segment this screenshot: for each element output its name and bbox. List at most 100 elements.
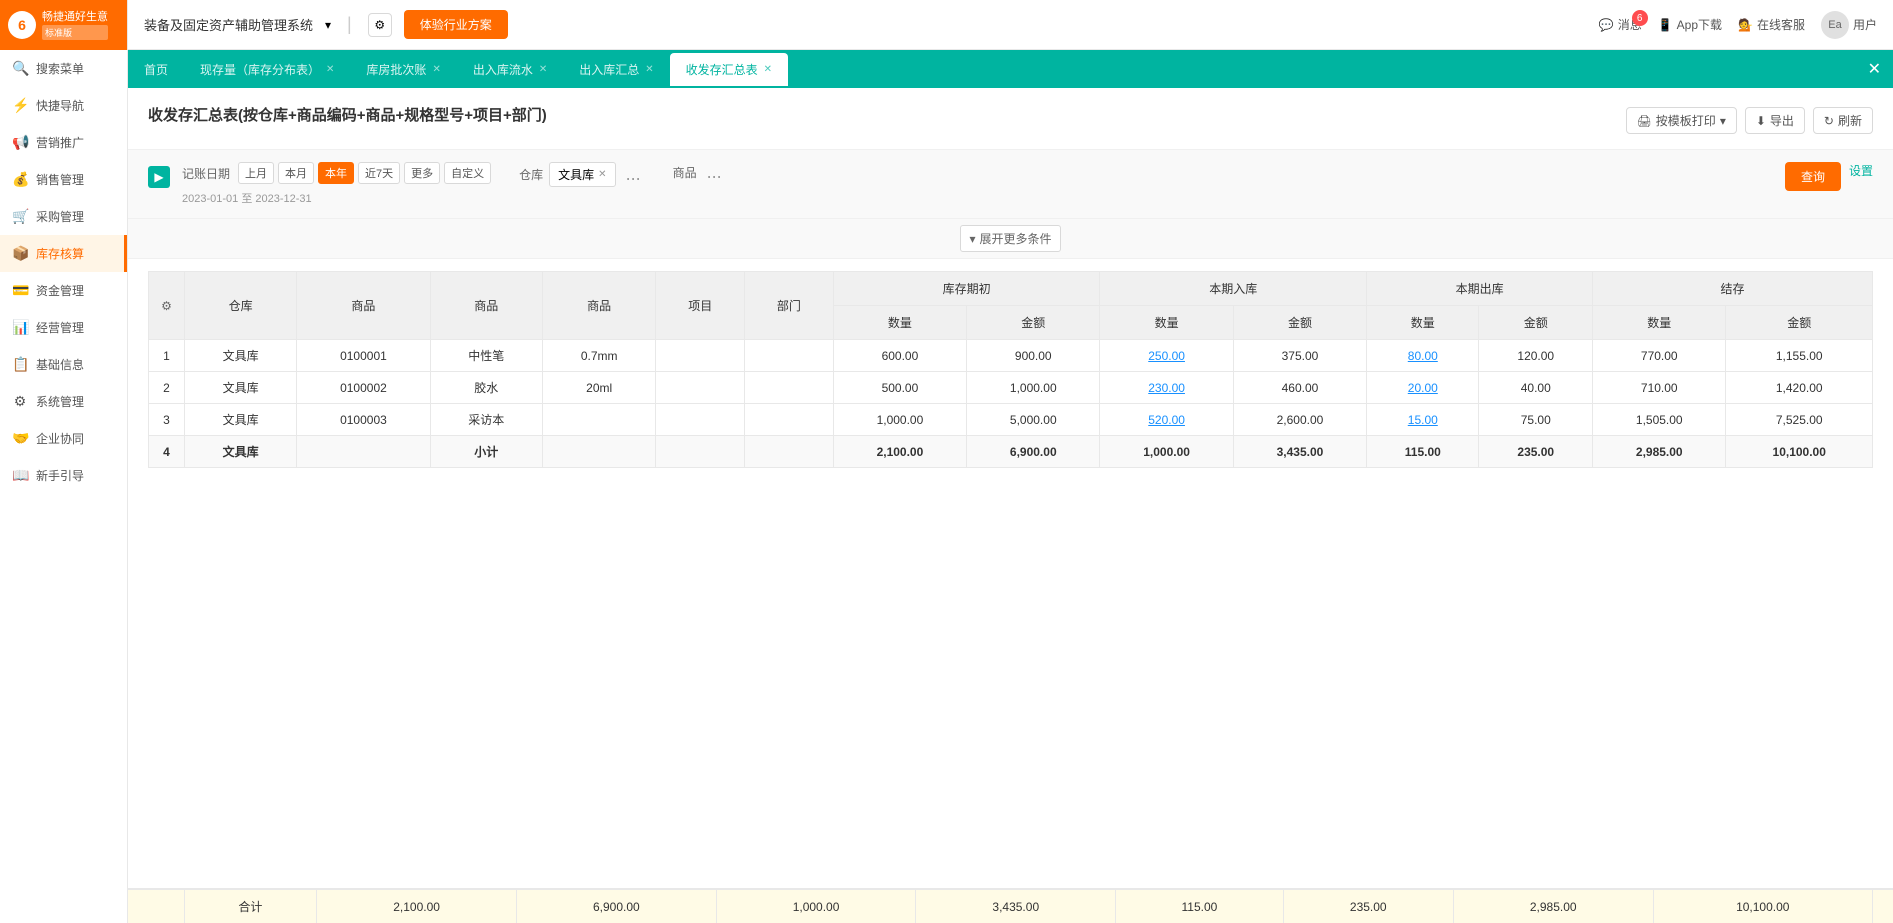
sidebar-icon-11: 📖 bbox=[12, 467, 28, 484]
filter-toggle[interactable]: ▶ bbox=[148, 166, 170, 188]
sidebar-item-7[interactable]: 📊经营管理 bbox=[0, 309, 127, 346]
online-service-action[interactable]: 💁 在线客服 bbox=[1738, 16, 1805, 33]
sidebar-item-8[interactable]: 📋基础信息 bbox=[0, 346, 127, 383]
sidebar-item-4[interactable]: 🛒采购管理 bbox=[0, 198, 127, 235]
sidebar-label-3: 销售管理 bbox=[36, 171, 84, 188]
sidebar-item-0[interactable]: 🔍搜索菜单 bbox=[0, 50, 127, 87]
cell-init-qty: 500.00 bbox=[833, 372, 966, 404]
tabbar-close[interactable]: ✕ bbox=[1856, 51, 1893, 87]
cell-dept bbox=[745, 372, 834, 404]
goods-label: 商品 bbox=[673, 164, 697, 181]
tab-3[interactable]: 出入库流水 ✕ bbox=[457, 53, 563, 86]
date-btn-本月[interactable]: 本月 bbox=[278, 162, 314, 184]
tab-close-3[interactable]: ✕ bbox=[539, 64, 547, 75]
th-out-amt: 金额 bbox=[1479, 306, 1593, 340]
th-project: 项目 bbox=[656, 272, 745, 340]
th-spec: 商品 bbox=[542, 272, 656, 340]
tab-label-1: 现存量（库存分布表） bbox=[200, 61, 320, 78]
cell-out-amt: 235.00 bbox=[1479, 436, 1593, 468]
cell-warehouse: 文具库 bbox=[185, 436, 297, 468]
sidebar-item-10[interactable]: 🤝企业协同 bbox=[0, 420, 127, 457]
system-dropdown[interactable]: ▾ bbox=[325, 18, 331, 32]
sidebar-label-9: 系统管理 bbox=[36, 393, 84, 410]
th-out-qty: 数量 bbox=[1367, 306, 1479, 340]
date-btn-近7天[interactable]: 近7天 bbox=[358, 162, 400, 184]
cell-init-qty: 1,000.00 bbox=[833, 404, 966, 436]
print-button[interactable]: 🖨 按模板打印 ▾ bbox=[1626, 107, 1737, 134]
sidebar-icon-0: 🔍 bbox=[12, 60, 28, 77]
th-bal-amt: 金额 bbox=[1726, 306, 1873, 340]
filter-settings-link[interactable]: 设置 bbox=[1849, 162, 1873, 191]
cell-out-qty[interactable]: 80.00 bbox=[1367, 340, 1479, 372]
date-btn-上月[interactable]: 上月 bbox=[238, 162, 274, 184]
warehouse-more[interactable]: ... bbox=[622, 164, 645, 185]
sidebar-icon-9: ⚙ bbox=[12, 393, 28, 410]
cell-out-qty[interactable]: 15.00 bbox=[1367, 404, 1479, 436]
table-row: 3文具库0100003采访本1,000.005,000.00520.002,60… bbox=[149, 404, 1873, 436]
cell-in-amt: 2,600.00 bbox=[1233, 404, 1366, 436]
tab-1[interactable]: 现存量（库存分布表） ✕ bbox=[184, 53, 350, 86]
tab-close-2[interactable]: ✕ bbox=[432, 64, 440, 75]
demo-button[interactable]: 体验行业方案 bbox=[404, 10, 508, 39]
cell-in-qty[interactable]: 520.00 bbox=[1100, 404, 1233, 436]
tab-close-4[interactable]: ✕ bbox=[645, 64, 653, 75]
sidebar-nav: 🔍搜索菜单⚡快捷导航📢营销推广💰销售管理🛒采购管理📦库存核算 💳 资金管理 📊经营管理… bbox=[0, 50, 127, 494]
cell-in-qty[interactable]: 250.00 bbox=[1100, 340, 1233, 372]
goods-more[interactable]: ... bbox=[703, 162, 726, 183]
tab-4[interactable]: 出入库汇总✕ bbox=[563, 53, 669, 86]
main-area: 装备及固定资产辅助管理系统 ▾ | ⚙ 体验行业方案 💬 消息 6 📱 App下… bbox=[128, 0, 1893, 923]
cell-out-qty[interactable]: 20.00 bbox=[1367, 372, 1479, 404]
date-btn-本年[interactable]: 本年 bbox=[318, 162, 354, 184]
settings-icon[interactable]: ⚙ bbox=[368, 13, 392, 37]
logo-badge: 标准版 bbox=[42, 25, 108, 40]
sidebar-icon-6: 💳 bbox=[12, 282, 28, 299]
cell-init-qty: 2,100.00 bbox=[833, 436, 966, 468]
sidebar-label-7: 经营管理 bbox=[36, 319, 84, 336]
sidebar-label-8: 基础信息 bbox=[36, 356, 84, 373]
tabbar: 首页现存量（库存分布表）✕库房批次账✕出入库流水✕出入库汇总✕收发存汇总表✕✕ bbox=[128, 50, 1893, 88]
date-btn-更多[interactable]: 更多 bbox=[404, 162, 440, 184]
th-out: 本期出库 bbox=[1367, 272, 1593, 306]
cell-spec bbox=[542, 404, 656, 436]
tab-2[interactable]: 库房批次账✕ bbox=[350, 53, 456, 86]
cell-project bbox=[656, 404, 745, 436]
date-label: 记账日期 bbox=[182, 165, 230, 182]
query-button[interactable]: 查询 bbox=[1785, 162, 1841, 191]
tab-close-1[interactable]: ✕ bbox=[326, 64, 334, 75]
footer-in-amt: 3,435.00 bbox=[916, 890, 1116, 923]
tab-0[interactable]: 首页 bbox=[128, 53, 184, 86]
tab-label-3: 出入库流水 bbox=[473, 61, 533, 78]
cell-in-amt: 375.00 bbox=[1233, 340, 1366, 372]
message-action[interactable]: 💬 消息 6 bbox=[1599, 16, 1642, 33]
th-code: 商品 bbox=[297, 272, 430, 340]
cell-in-qty[interactable]: 230.00 bbox=[1100, 372, 1233, 404]
sidebar-item-3[interactable]: 💰销售管理 bbox=[0, 161, 127, 198]
sidebar-item-6[interactable]: 💳 资金管理 bbox=[0, 272, 127, 309]
warehouse-tag-close[interactable]: ✕ bbox=[598, 169, 606, 180]
sidebar-item-5[interactable]: 📦库存核算 bbox=[0, 235, 127, 272]
user-avatar[interactable]: Ea 用户 bbox=[1821, 11, 1877, 39]
sidebar-item-9[interactable]: ⚙ 系统管理 bbox=[0, 383, 127, 420]
cell-name: 采访本 bbox=[430, 404, 542, 436]
refresh-button[interactable]: ↻ 刷新 bbox=[1813, 107, 1873, 134]
sidebar-icon-5: 📦 bbox=[12, 245, 28, 262]
date-btn-自定义[interactable]: 自定义 bbox=[444, 162, 491, 184]
sidebar-item-2[interactable]: 📢营销推广 bbox=[0, 124, 127, 161]
cell-init-amt: 6,900.00 bbox=[967, 436, 1100, 468]
tab-close-5[interactable]: ✕ bbox=[764, 64, 772, 75]
export-button[interactable]: ⬇ 导出 bbox=[1745, 107, 1805, 134]
expand-button[interactable]: ▾ 展开更多条件 bbox=[960, 225, 1060, 252]
sidebar-label-6: 资金管理 bbox=[36, 282, 84, 299]
date-buttons: 上月本月本年近7天更多自定义 bbox=[238, 162, 491, 184]
warehouse-tag[interactable]: 文具库 ✕ bbox=[549, 162, 615, 187]
sidebar-label-2: 营销推广 bbox=[36, 134, 84, 151]
cell-bal-amt: 10,100.00 bbox=[1726, 436, 1873, 468]
sidebar-icon-1: ⚡ bbox=[12, 97, 28, 114]
app-download-action[interactable]: 📱 App下载 bbox=[1658, 16, 1722, 33]
tab-5[interactable]: 收发存汇总表✕ bbox=[670, 53, 788, 86]
cell-init-amt: 900.00 bbox=[967, 340, 1100, 372]
sidebar-item-1[interactable]: ⚡快捷导航 bbox=[0, 87, 127, 124]
th-settings[interactable]: ⚙ bbox=[149, 272, 185, 340]
filter-area: ▶ 记账日期 上月本月本年近7天更多自定义 2023-01-01 至 2023-… bbox=[128, 150, 1893, 219]
sidebar-item-11[interactable]: 📖新手引导 bbox=[0, 457, 127, 494]
